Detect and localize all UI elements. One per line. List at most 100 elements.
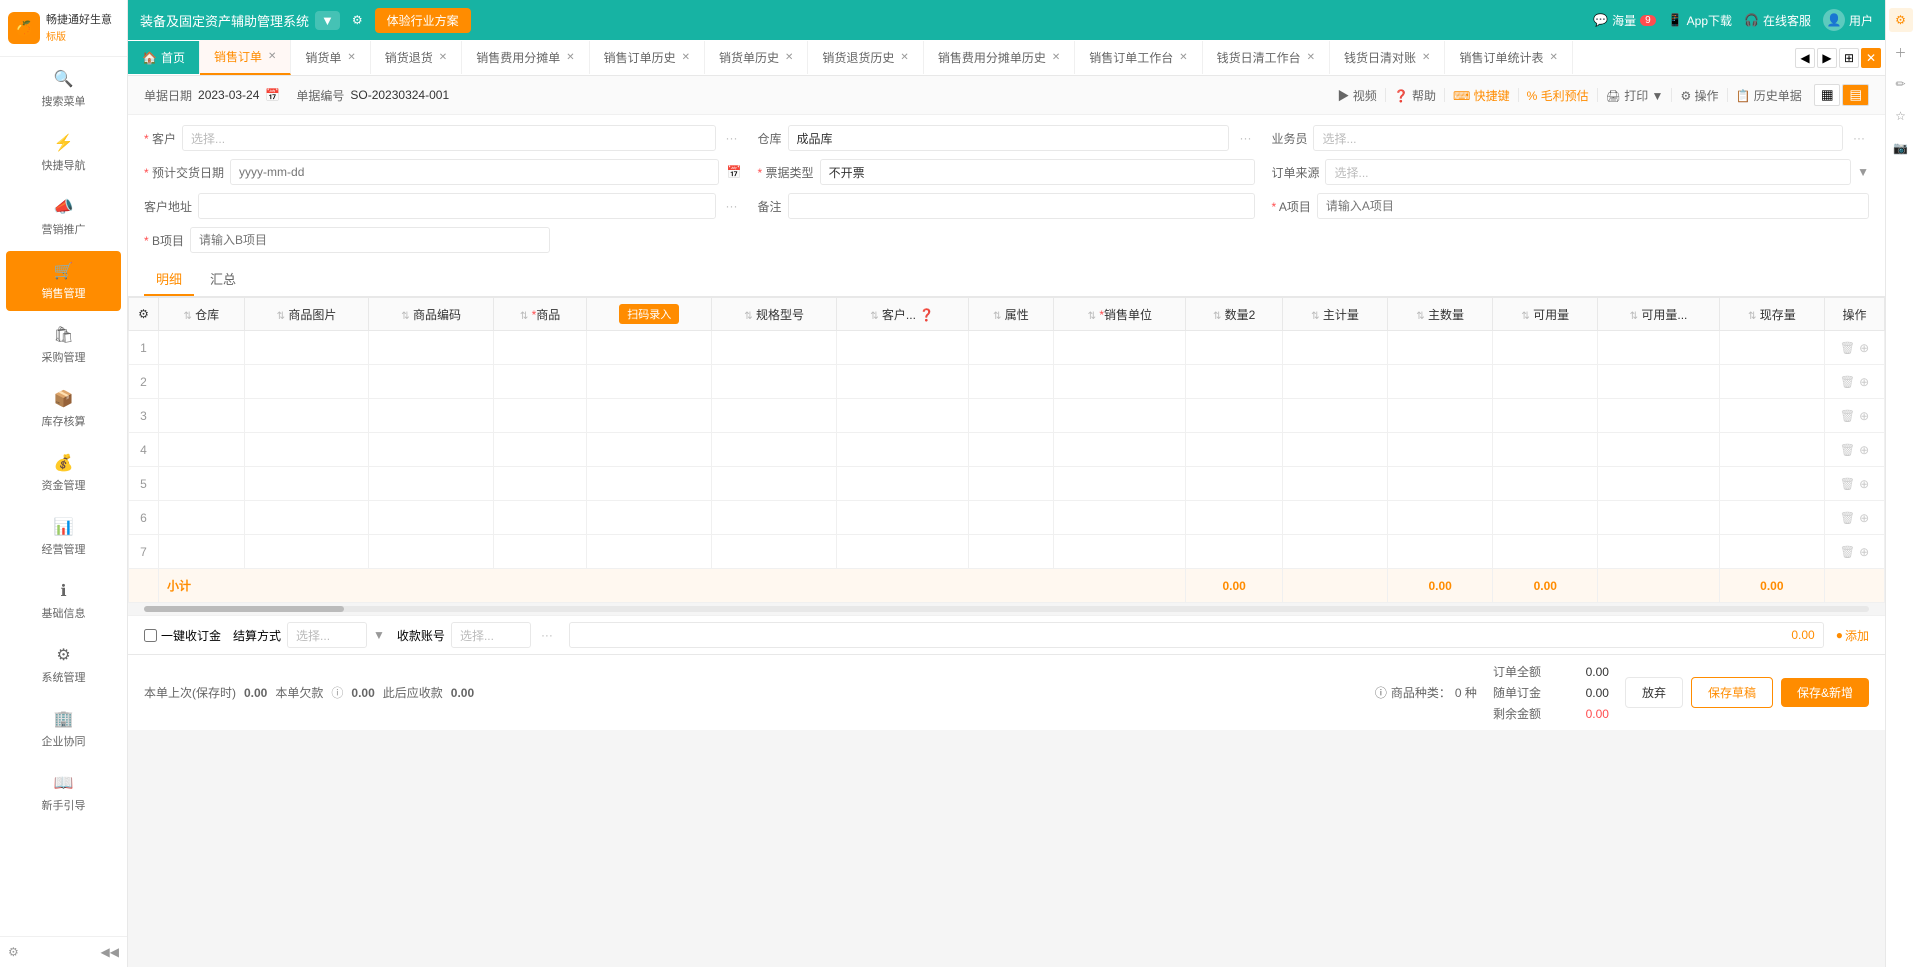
tab-summary[interactable]: 汇总 <box>198 263 248 296</box>
one-click-checkbox-input[interactable] <box>144 629 157 642</box>
row-2-name[interactable] <box>493 365 586 399</box>
row-2-unit[interactable] <box>1054 365 1186 399</box>
tab-sales-stats[interactable]: 销售订单统计表 ✕ <box>1445 41 1572 74</box>
warehouse-input[interactable]: 成品库 <box>788 125 1230 151</box>
toolbar-btn-print[interactable]: 🖨 打印 ▼ <box>1606 87 1664 104</box>
scroll-thumb[interactable] <box>144 606 344 612</box>
row-2-available2[interactable] <box>1598 365 1719 399</box>
one-click-payment-checkbox[interactable]: 一键收订金 <box>144 627 221 644</box>
tab-cash-reconcile[interactable]: 钱货日清对账 ✕ <box>1330 41 1445 74</box>
tab-detail[interactable]: 明细 <box>144 263 194 296</box>
row-7-copy-icon[interactable]: ⊕ <box>1859 545 1869 559</box>
tabs-more-button[interactable]: ⊞ <box>1839 48 1859 68</box>
close-tab-goods-history[interactable]: ✕ <box>785 52 793 63</box>
row-1-main-unit[interactable] <box>1282 331 1387 365</box>
online-support-item[interactable]: 🎧 在线客服 <box>1744 12 1811 29</box>
layout-grid-btn[interactable]: ▦ <box>1814 84 1841 106</box>
row-1-image[interactable] <box>244 331 369 365</box>
toolbar-btn-help[interactable]: ❓ 帮助 <box>1394 87 1436 104</box>
scan-entry-button[interactable]: 扫码录入 <box>619 304 679 324</box>
row-4-copy-icon[interactable]: ⊕ <box>1859 443 1869 457</box>
tab-sales-order-history[interactable]: 销售订单历史 ✕ <box>590 41 705 74</box>
horizontal-scrollbar[interactable] <box>128 603 1885 615</box>
right-sidebar-settings-icon[interactable]: ⚙ <box>1889 8 1913 32</box>
right-sidebar-star-icon[interactable]: ☆ <box>1889 104 1913 128</box>
row-1-attribute[interactable] <box>968 331 1054 365</box>
row-2-available[interactable] <box>1493 365 1598 399</box>
tab-order-workbench[interactable]: 销售订单工作台 ✕ <box>1075 41 1202 74</box>
calendar-icon[interactable]: 📅 <box>265 88 280 102</box>
invoice-type-select[interactable]: 不开票 <box>820 159 1256 185</box>
row-1-unit[interactable] <box>1054 331 1186 365</box>
row-4-delete-icon[interactable]: 🗑 <box>1840 443 1855 457</box>
customer-input[interactable]: 选择... <box>182 125 716 151</box>
app-download-item[interactable]: 📱 App下载 <box>1668 12 1732 29</box>
row-1-customer-code[interactable] <box>836 331 968 365</box>
payment-amount-input[interactable]: 0.00 <box>569 622 1824 648</box>
row-1-name[interactable] <box>493 331 586 365</box>
close-tab-order-history[interactable]: ✕ <box>682 52 690 63</box>
sidebar-item-enterprise[interactable]: 🏢 企业协同 <box>6 699 121 759</box>
row-1-available[interactable] <box>1493 331 1598 365</box>
close-tab-return-history[interactable]: ✕ <box>900 52 908 63</box>
sidebar-item-inventory[interactable]: 📦 库存核算 <box>6 379 121 439</box>
system-title-dropdown[interactable]: ▼ <box>315 11 340 30</box>
row-6-copy-icon[interactable]: ⊕ <box>1859 511 1869 525</box>
customer-more-btn[interactable]: ··· <box>722 131 742 145</box>
tab-expense-history[interactable]: 销售费用分摊单历史 ✕ <box>924 41 1075 74</box>
row-5-warehouse[interactable] <box>159 467 245 501</box>
right-sidebar-add-icon[interactable]: ＋ <box>1889 40 1913 64</box>
a-project-input[interactable] <box>1317 193 1869 219</box>
row-2-attribute[interactable] <box>968 365 1054 399</box>
row-3-warehouse[interactable] <box>159 399 245 433</box>
tab-sales-return[interactable]: 销货退货 ✕ <box>371 41 462 74</box>
toolbar-btn-profit[interactable]: % 毛利预估 <box>1527 87 1589 104</box>
row-6-delete-icon[interactable]: 🗑 <box>1840 511 1855 525</box>
tabs-prev-button[interactable]: ◀ <box>1795 48 1815 68</box>
info-circle-icon[interactable]: ⓘ <box>331 684 343 701</box>
row-5-copy-icon[interactable]: ⊕ <box>1859 477 1869 491</box>
close-tab-sales-expense[interactable]: ✕ <box>566 52 574 63</box>
tabs-close-all-button[interactable]: ✕ <box>1861 48 1881 68</box>
toolbar-btn-history[interactable]: 📋 历史单据 <box>1736 87 1802 104</box>
row-6-warehouse[interactable] <box>159 501 245 535</box>
collection-account-input[interactable]: 选择... <box>451 622 531 648</box>
row-1-qty2[interactable] <box>1186 331 1282 365</box>
order-source-input[interactable]: 选择... <box>1325 159 1851 185</box>
row-7-delete-icon[interactable]: 🗑 <box>1840 545 1855 559</box>
delivery-date-input[interactable] <box>230 159 719 185</box>
sidebar-item-finance[interactable]: 💰 资金管理 <box>6 443 121 503</box>
close-tab-sales-stats[interactable]: ✕ <box>1549 52 1557 63</box>
row-1-main-qty[interactable] <box>1388 331 1493 365</box>
payment-add-button[interactable]: ● 添加 <box>1836 627 1869 644</box>
toolbar-btn-shortcut[interactable]: ⌨ 快捷键 <box>1453 87 1510 104</box>
sidebar-settings-icon[interactable]: ⚙ <box>8 945 19 959</box>
sidebar-item-basic-info[interactable]: ℹ 基础信息 <box>6 571 121 631</box>
save-new-button[interactable]: 保存&新增 <box>1781 678 1869 707</box>
sidebar-item-marketing[interactable]: 📣 营销推广 <box>6 187 121 247</box>
sidebar-item-search[interactable]: 🔍 搜索菜单 <box>6 59 121 119</box>
close-tab-cash-workbench[interactable]: ✕ <box>1307 52 1315 63</box>
payment-method-chevron[interactable]: ▼ <box>373 628 385 642</box>
row-2-warehouse[interactable] <box>159 365 245 399</box>
close-tab-expense-history[interactable]: ✕ <box>1052 52 1060 63</box>
right-sidebar-scan-icon[interactable]: 📷 <box>1889 136 1913 160</box>
row-2-delete-icon[interactable]: 🗑 <box>1840 375 1855 389</box>
industry-solution-button[interactable]: 体验行业方案 <box>375 8 471 33</box>
delivery-calendar-icon[interactable]: 📅 <box>727 165 742 179</box>
sidebar-item-purchase[interactable]: 🛍 采购管理 <box>6 315 121 375</box>
close-tab-cash-reconcile[interactable]: ✕ <box>1422 52 1430 63</box>
warehouse-more-btn[interactable]: ··· <box>1235 131 1255 145</box>
close-tab-order-workbench[interactable]: ✕ <box>1179 52 1187 63</box>
row-2-spec[interactable] <box>712 365 837 399</box>
row-1-warehouse[interactable] <box>159 331 245 365</box>
row-7-warehouse[interactable] <box>159 535 245 569</box>
row-1-delete-icon[interactable]: 🗑 <box>1840 341 1855 355</box>
row-2-image[interactable] <box>244 365 369 399</box>
sidebar-item-system[interactable]: ⚙ 系统管理 <box>6 635 121 695</box>
row-2-main-qty[interactable] <box>1388 365 1493 399</box>
close-tab-sales-return[interactable]: ✕ <box>439 52 447 63</box>
payment-method-select[interactable]: 选择... <box>287 622 367 648</box>
remarks-input[interactable] <box>788 193 1256 219</box>
tab-return-history[interactable]: 销货退货历史 ✕ <box>808 41 923 74</box>
